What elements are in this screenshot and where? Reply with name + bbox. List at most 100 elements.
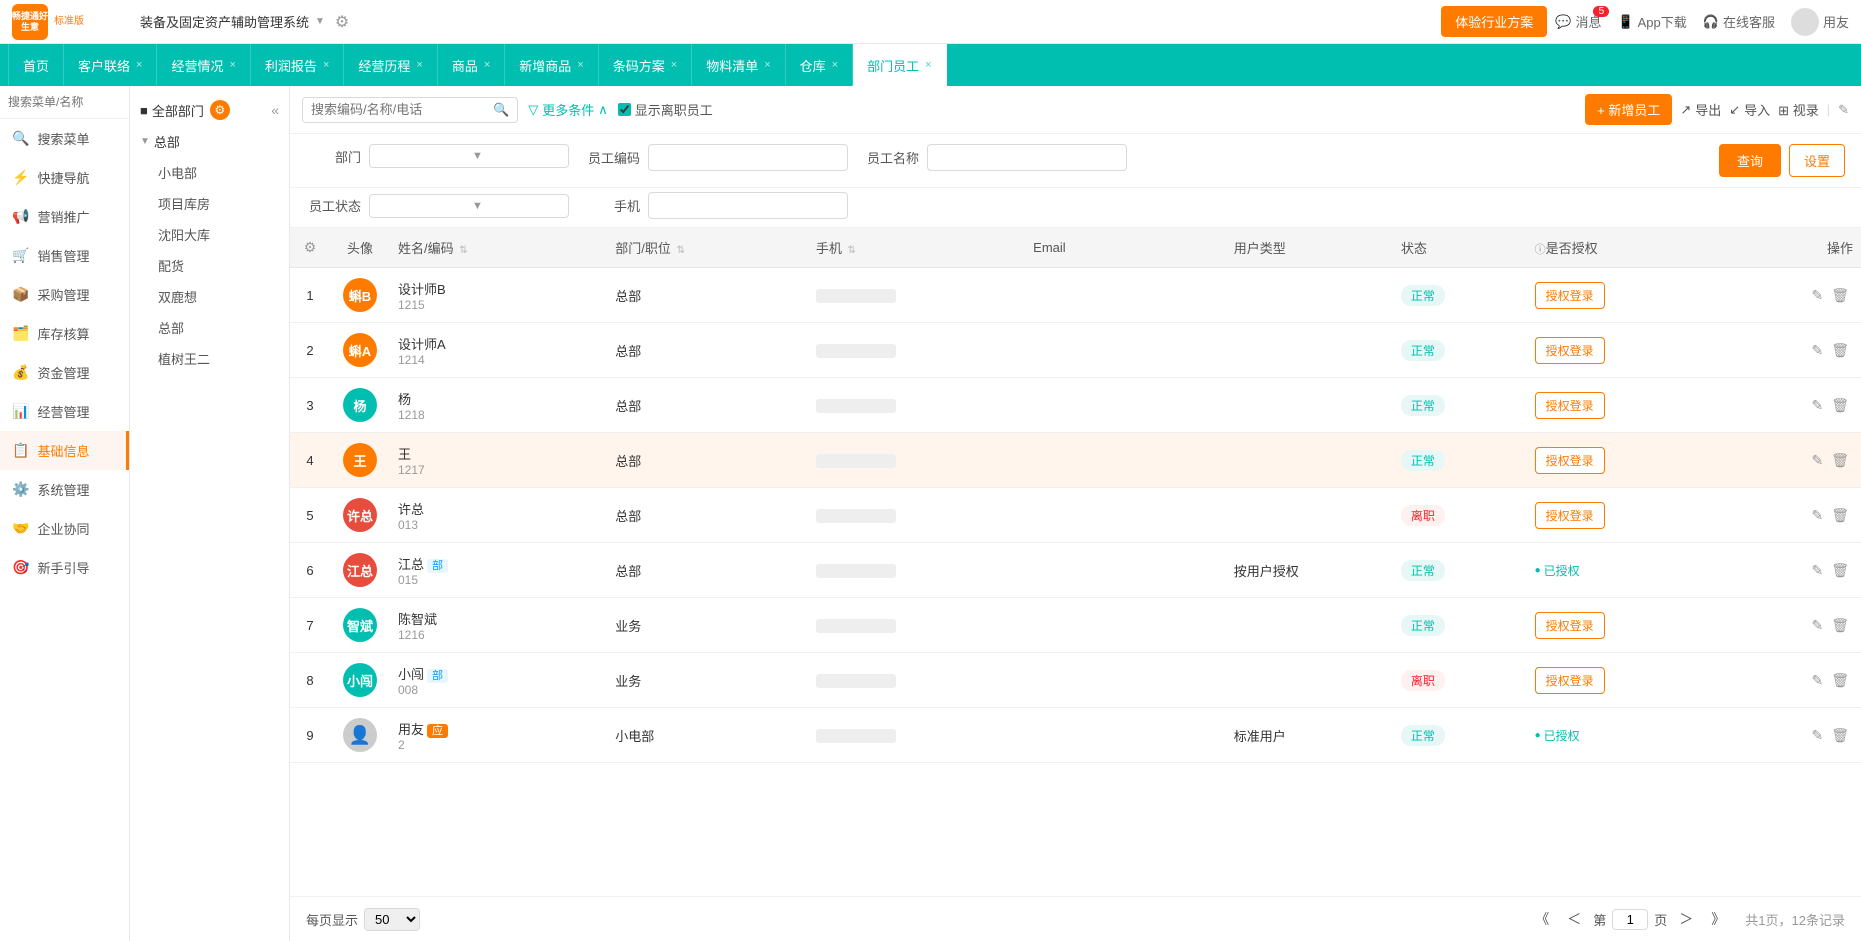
nav-close-btn[interactable]: × — [416, 59, 422, 71]
nav-item-经营历程[interactable]: 经营历程 × — [344, 44, 437, 86]
edit-btn[interactable]: ✎ — [1807, 505, 1827, 526]
sidebar-item-资金管理[interactable]: 💰资金管理 — [0, 353, 129, 392]
dept-item-植树王二[interactable]: 植树王二 — [140, 343, 289, 374]
nav-item-商品[interactable]: 商品 × — [438, 44, 505, 86]
nav-item-物料清单[interactable]: 物料清单 × — [692, 44, 785, 86]
prev-page-btn[interactable]: ＜ — [1561, 907, 1587, 931]
auth-login-btn[interactable]: 授权登录 — [1535, 282, 1605, 309]
message-button[interactable]: 💬 消息 5 — [1555, 12, 1601, 31]
nav-item-经营情况[interactable]: 经营情况 × — [157, 44, 250, 86]
filter-status-select[interactable]: ▼ — [369, 194, 569, 218]
th-dept[interactable]: 部门/职位 ⇅ — [607, 228, 808, 268]
edit-btn[interactable]: ✎ — [1807, 670, 1827, 691]
auth-login-btn[interactable]: 授权登录 — [1535, 447, 1605, 474]
delete-btn[interactable]: 🗑 — [1827, 395, 1853, 416]
add-employee-button[interactable]: + 新增员工 — [1585, 94, 1672, 125]
nav-item-条码方案[interactable]: 条码方案 × — [599, 44, 692, 86]
system-dropdown-icon[interactable]: ▼ — [315, 16, 325, 27]
dept-group-zongbu[interactable]: ▼ 总部 — [130, 126, 289, 157]
delete-btn[interactable]: 🗑 — [1827, 725, 1853, 746]
delete-btn[interactable]: 🗑 — [1827, 450, 1853, 471]
delete-btn[interactable]: 🗑 — [1827, 505, 1853, 526]
filter-empname-input[interactable] — [927, 144, 1127, 171]
nav-close-btn[interactable]: × — [764, 59, 770, 71]
delete-btn[interactable]: 🗑 — [1827, 340, 1853, 361]
dept-collapse-btn[interactable]: « — [271, 102, 279, 118]
sidebar-item-搜索菜单[interactable]: 🔍搜索菜单 — [0, 119, 129, 158]
th-phone[interactable]: 手机 ⇅ — [808, 228, 1025, 268]
all-dept-label[interactable]: ■ 全部部门 — [140, 101, 204, 120]
auth-login-btn[interactable]: 授权登录 — [1535, 667, 1605, 694]
sidebar-item-经营管理[interactable]: 📊经营管理 — [0, 392, 129, 431]
delete-btn[interactable]: 🗑 — [1827, 285, 1853, 306]
nav-close-btn[interactable]: × — [484, 59, 490, 71]
nav-close-btn[interactable]: × — [925, 59, 931, 71]
sidebar-item-营销推广[interactable]: 📢营销推广 — [0, 197, 129, 236]
nav-close-btn[interactable]: × — [671, 59, 677, 71]
show-resigned-checkbox[interactable] — [618, 103, 631, 116]
next-page-btn[interactable]: ＞ — [1673, 907, 1699, 931]
last-page-btn[interactable]: 》 — [1705, 907, 1731, 931]
nav-item-首页[interactable]: 首页 — [8, 44, 64, 86]
nav-close-btn[interactable]: × — [577, 59, 583, 71]
nav-close-btn[interactable]: × — [136, 59, 142, 71]
auth-login-btn[interactable]: 授权登录 — [1535, 337, 1605, 364]
th-settings[interactable]: ⚙ — [290, 228, 330, 268]
edit-btn[interactable]: ✎ — [1807, 340, 1827, 361]
user-avatar-button[interactable]: 用友 — [1791, 8, 1849, 36]
search-input[interactable] — [311, 102, 487, 117]
sidebar-item-采购管理[interactable]: 📦采购管理 — [0, 275, 129, 314]
nav-item-新增商品[interactable]: 新增商品 × — [505, 44, 598, 86]
sidebar-item-销售管理[interactable]: 🛒销售管理 — [0, 236, 129, 275]
edit-btn[interactable]: ✎ — [1807, 725, 1827, 746]
search-button[interactable]: 查询 — [1719, 144, 1781, 177]
sidebar-item-企业协同[interactable]: 🤝企业协同 — [0, 509, 129, 548]
auth-login-btn[interactable]: 授权登录 — [1535, 392, 1605, 419]
filter-dept-select[interactable]: ▼ — [369, 144, 569, 168]
delete-btn[interactable]: 🗑 — [1827, 560, 1853, 581]
delete-btn[interactable]: 🗑 — [1827, 615, 1853, 636]
view-toggle-btn[interactable]: ⊞ 视录 — [1778, 100, 1819, 119]
export-button[interactable]: ↗ 导出 — [1680, 100, 1721, 119]
auth-login-btn[interactable]: 授权登录 — [1535, 612, 1605, 639]
dept-item-配货[interactable]: 配货 — [140, 250, 289, 281]
page-input[interactable] — [1612, 909, 1648, 930]
nav-item-利润报告[interactable]: 利润报告 × — [251, 44, 344, 86]
dept-item-双鹿想[interactable]: 双鹿想 — [140, 281, 289, 312]
dept-item-小电部[interactable]: 小电部 — [140, 157, 289, 188]
sidebar-item-快捷导航[interactable]: ⚡快捷导航 — [0, 158, 129, 197]
dept-add-icon[interactable]: ⚙ — [210, 100, 230, 120]
delete-btn[interactable]: 🗑 — [1827, 670, 1853, 691]
nav-close-btn[interactable]: × — [832, 59, 838, 71]
page-size-select[interactable]: 20 50 100 — [364, 908, 420, 931]
search-btn-icon[interactable]: 🔍 — [493, 102, 509, 118]
online-service-button[interactable]: 🎧 在线客服 — [1703, 12, 1775, 31]
more-filters-btn[interactable]: ▽ 更多条件 ∧ — [528, 100, 608, 119]
trial-button[interactable]: 体验行业方案 — [1441, 6, 1547, 37]
th-name[interactable]: 姓名/编码 ⇅ — [390, 228, 607, 268]
sidebar-item-新手引导[interactable]: 🎯新手引导 — [0, 548, 129, 587]
nav-item-仓库[interactable]: 仓库 × — [786, 44, 853, 86]
app-download-button[interactable]: 📱 App下载 — [1617, 12, 1686, 31]
settings-icon[interactable]: ⚙ — [335, 12, 349, 32]
first-page-btn[interactable]: 《 — [1529, 907, 1555, 931]
filter-phone-input[interactable] — [648, 192, 848, 219]
filter-empcode-input[interactable] — [648, 144, 848, 171]
dept-item-沈阳大库[interactable]: 沈阳大库 — [140, 219, 289, 250]
edit-icon-btn[interactable]: ✎ — [1838, 102, 1849, 118]
edit-btn[interactable]: ✎ — [1807, 285, 1827, 306]
edit-btn[interactable]: ✎ — [1807, 615, 1827, 636]
import-button[interactable]: ↙ 导入 — [1729, 100, 1770, 119]
edit-btn[interactable]: ✎ — [1807, 560, 1827, 581]
dept-item-项目库房[interactable]: 项目库房 — [140, 188, 289, 219]
edit-btn[interactable]: ✎ — [1807, 450, 1827, 471]
nav-item-部门员工[interactable]: 部门员工 × — [853, 44, 946, 86]
edit-btn[interactable]: ✎ — [1807, 395, 1827, 416]
sidebar-item-系统管理[interactable]: ⚙️系统管理 — [0, 470, 129, 509]
dept-item-总部[interactable]: 总部 — [140, 312, 289, 343]
nav-item-客户联络[interactable]: 客户联络 × — [64, 44, 157, 86]
nav-close-btn[interactable]: × — [229, 59, 235, 71]
settings-button[interactable]: 设置 — [1789, 144, 1845, 177]
sidebar-item-库存核算[interactable]: 🗂️库存核算 — [0, 314, 129, 353]
sidebar-item-基础信息[interactable]: 📋基础信息 — [0, 431, 129, 470]
